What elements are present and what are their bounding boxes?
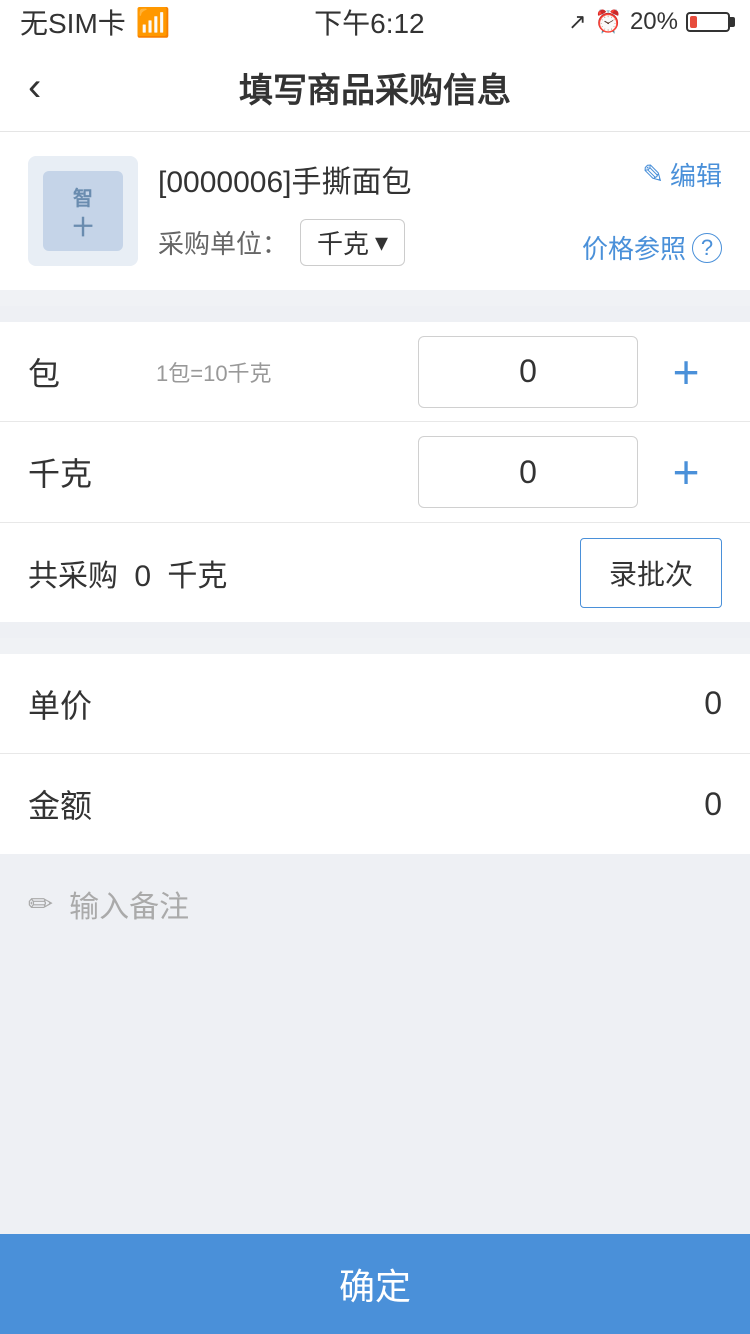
kg-qty-input[interactable] [418,436,638,508]
product-logo: 智 十 [43,171,123,251]
amount-label: 金额 [28,781,92,827]
nav-bar: ‹ 填写商品采购信息 [0,44,750,132]
price-ref-label: 价格参照 [582,229,686,266]
plus-icon-2: + [673,445,700,499]
batch-button[interactable]: 录批次 [580,538,722,608]
battery-pct: 20% [630,8,678,36]
unit-price-row: 单价 0 [0,654,750,754]
batch-btn-label: 录批次 [609,559,693,590]
amount-value: 0 [704,786,722,823]
bag-input-row: 包 1包=10千克 + [0,322,750,422]
notes-section[interactable]: ✏ 输入备注 [0,854,750,954]
battery-indicator [686,12,730,32]
bottom-spacer [0,954,750,1254]
price-ref-button[interactable]: 价格参照 ? [582,229,722,266]
kg-label: 千克 [28,449,148,495]
section-divider-2 [0,622,750,638]
summary-text: 共采购 0 千克 [28,551,227,595]
unit-price-label: 单价 [28,681,92,727]
input-section: 包 1包=10千克 + 千克 + [0,322,750,522]
summary-value: 0 [134,560,151,593]
unit-select[interactable]: 千克 ▾ [300,219,405,266]
page-title: 填写商品采购信息 [239,63,511,112]
kg-input-row: 千克 + [0,422,750,522]
carrier-text: 无SIM卡 [20,2,126,42]
plus-icon: + [673,345,700,399]
chevron-down-icon: ▾ [375,227,388,258]
product-name: [0000006]手撕面包 [158,157,722,201]
logo-text: 智 [73,182,93,211]
bag-plus-button[interactable]: + [650,336,722,408]
summary-row: 共采购 0 千克 录批次 [0,522,750,622]
battery-fill [690,16,697,28]
bag-label: 包 [28,349,148,395]
product-image: 智 十 [28,156,138,266]
kg-plus-button[interactable]: + [650,436,722,508]
logo-subtext: 十 [73,211,93,240]
edit-button[interactable]: ✎ 编辑 [642,156,722,193]
help-icon: ? [692,233,722,263]
notes-placeholder: 输入备注 [69,882,189,926]
status-right: ↗ ⏰ 20% [568,8,730,36]
unit-prefix: 采购单位： [158,224,288,261]
status-left: 无SIM卡 📶 [20,2,171,42]
bag-qty-input[interactable] [418,336,638,408]
price-section: 单价 0 金额 0 [0,654,750,854]
summary-unit: 千克 [167,560,227,593]
edit-icon: ✎ [642,159,664,190]
unit-value: 千克 [317,224,369,261]
confirm-label: 确定 [339,1258,411,1310]
amount-row: 金额 0 [0,754,750,854]
pencil-icon: ✏ [28,887,53,922]
status-time: 下午6:12 [314,2,425,42]
summary-prefix: 共采购 [28,560,118,593]
location-icon: ↗ [568,9,586,35]
alarm-icon: ⏰ [595,9,622,35]
confirm-button[interactable]: 确定 [0,1234,750,1334]
back-button[interactable]: ‹ [28,65,41,110]
status-bar: 无SIM卡 📶 下午6:12 ↗ ⏰ 20% [0,0,750,44]
edit-label: 编辑 [670,156,722,193]
wifi-icon: 📶 [136,6,171,39]
bag-sub-label: 1包=10千克 [156,356,272,388]
product-card: 智 十 [0000006]手撕面包 采购单位： 千克 ▾ ✎ 编辑 价格参照 ? [0,132,750,290]
section-divider-1 [0,306,750,322]
unit-price-value: 0 [704,685,722,722]
